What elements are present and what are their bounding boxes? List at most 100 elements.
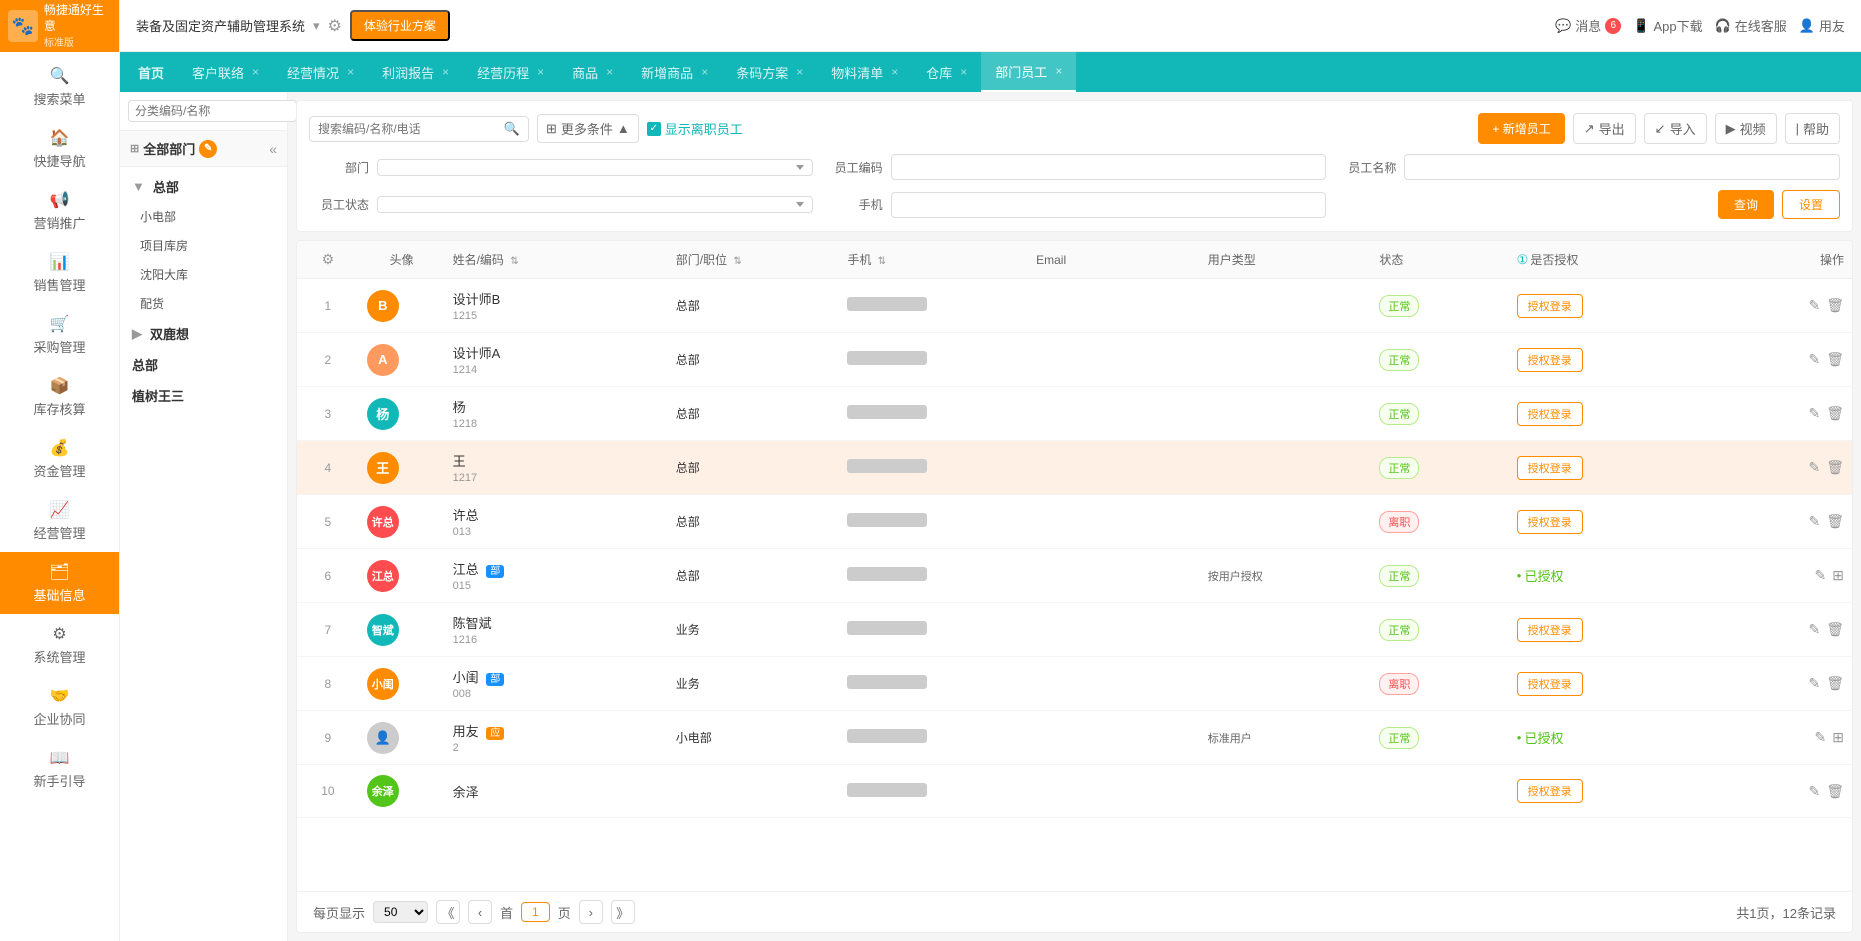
delete-btn-8[interactable]: 🗑 — [1826, 675, 1844, 692]
dept-item-electronics[interactable]: 小电部 — [120, 202, 287, 231]
edit-btn-6[interactable]: ✎ — [1815, 567, 1827, 584]
tab-profit[interactable]: 利润报告 × — [368, 52, 463, 92]
tab-close-goods[interactable]: × — [606, 65, 613, 79]
authorize-btn-5[interactable]: 授权登录 — [1517, 510, 1583, 534]
sidebar-item-system[interactable]: ⚙ 系统管理 — [0, 614, 119, 676]
delete-btn-3[interactable]: 🗑 — [1826, 405, 1844, 422]
help-button[interactable]: | 帮助 — [1785, 113, 1840, 144]
sidebar-item-cooperation[interactable]: 🤝 企业协同 — [0, 676, 119, 738]
search-icon[interactable]: 🔍 — [504, 121, 520, 137]
sidebar-item-quicknav[interactable]: 🏠 快捷导航 — [0, 118, 119, 180]
tab-journey[interactable]: 经营历程 × — [463, 52, 558, 92]
user-avatar[interactable]: 👤 用友 — [1799, 16, 1845, 35]
edit-btn-2[interactable]: ✎ — [1808, 351, 1820, 368]
export-button[interactable]: ↗ 导出 — [1573, 113, 1636, 144]
tab-close-profit[interactable]: × — [442, 65, 449, 79]
tab-customer-contact[interactable]: 客户联络 × — [178, 52, 273, 92]
resigned-checkbox[interactable]: ✓ — [647, 122, 661, 136]
dept-select[interactable] — [377, 159, 813, 176]
system-title-dropdown-icon[interactable]: ▾ — [313, 18, 320, 34]
authorize-btn-4[interactable]: 授权登录 — [1517, 456, 1583, 480]
prev-page-btn[interactable]: ‹ — [468, 900, 492, 924]
add-employee-button[interactable]: + 新增员工 — [1478, 113, 1564, 144]
delete-btn-1[interactable]: 🗑 — [1826, 297, 1844, 314]
delete-btn-5[interactable]: 🗑 — [1826, 513, 1844, 530]
emp-name-input[interactable] — [1404, 154, 1840, 180]
delete-btn-2[interactable]: 🗑 — [1826, 351, 1844, 368]
dept-item-project-storage[interactable]: 项目库房 — [120, 231, 287, 260]
view-button[interactable]: ▶ 视频 — [1715, 113, 1777, 144]
tab-close-barcode[interactable]: × — [796, 65, 803, 79]
authorize-btn-7[interactable]: 授权登录 — [1517, 618, 1583, 642]
name-sort-icon[interactable]: ⇅ — [510, 256, 518, 267]
auth-info-icon[interactable]: ① — [1517, 252, 1529, 267]
edit-btn-3[interactable]: ✎ — [1808, 405, 1820, 422]
delete-btn-7[interactable]: 🗑 — [1826, 621, 1844, 638]
authorize-btn-10[interactable]: 授权登录 — [1517, 779, 1583, 803]
edit-btn-7[interactable]: ✎ — [1808, 621, 1820, 638]
tab-operations[interactable]: 经营情况 × — [273, 52, 368, 92]
trial-btn[interactable]: 体验行业方案 — [350, 10, 450, 41]
tab-barcode[interactable]: 条码方案 × — [722, 52, 817, 92]
show-resigned-toggle[interactable]: ✓ 显示离职员工 — [647, 119, 743, 138]
tab-bom[interactable]: 物料清单 × — [817, 52, 912, 92]
next-page-btn[interactable]: › — [579, 900, 603, 924]
copy-btn-9[interactable]: ⊞ — [1832, 729, 1844, 746]
dept-search-input[interactable] — [128, 100, 297, 122]
tab-close-journey[interactable]: × — [537, 65, 544, 79]
sidebar-item-basic-info[interactable]: 🗂 基础信息 — [0, 552, 119, 614]
sidebar-item-guide[interactable]: 📖 新手引导 — [0, 738, 119, 800]
authorize-btn-1[interactable]: 授权登录 — [1517, 294, 1583, 318]
last-page-btn[interactable]: 》 — [611, 900, 635, 924]
edit-btn-9[interactable]: ✎ — [1815, 729, 1827, 746]
tab-goods[interactable]: 商品 × — [558, 52, 627, 92]
sidebar-item-sales[interactable]: 📊 销售管理 — [0, 242, 119, 304]
per-page-select[interactable]: 50 100 — [373, 901, 428, 923]
edit-btn-10[interactable]: ✎ — [1808, 783, 1820, 800]
more-conditions-btn[interactable]: ⊞ 更多条件 ▲ — [537, 114, 639, 143]
edit-btn-1[interactable]: ✎ — [1808, 297, 1820, 314]
emp-code-input[interactable] — [891, 154, 1327, 180]
emp-status-select[interactable] — [377, 196, 813, 213]
online-service-btn[interactable]: 🎧 在线客服 — [1715, 16, 1787, 35]
tab-close-operations[interactable]: × — [347, 65, 354, 79]
query-button[interactable]: 查询 — [1718, 190, 1774, 219]
tab-dept-staff[interactable]: 部门员工 × — [981, 52, 1076, 92]
phone-input[interactable] — [891, 192, 1327, 218]
sidebar-item-marketing[interactable]: 📢 营销推广 — [0, 180, 119, 242]
dept-edit-icon[interactable]: ✎ — [199, 140, 217, 158]
tab-close-bom[interactable]: × — [891, 65, 898, 79]
tab-new-goods[interactable]: 新增商品 × — [627, 52, 722, 92]
copy-btn-6[interactable]: ⊞ — [1832, 567, 1844, 584]
dept-collapse-btn[interactable]: « — [269, 141, 277, 157]
authorize-btn-2[interactable]: 授权登录 — [1517, 348, 1583, 372]
sidebar-item-purchase[interactable]: 🛒 采购管理 — [0, 304, 119, 366]
search-input[interactable] — [318, 122, 500, 136]
dept-item-distribution[interactable]: 配货 — [120, 289, 287, 318]
tab-close-warehouse[interactable]: × — [960, 65, 967, 79]
app-download-btn[interactable]: 📱 App下载 — [1633, 16, 1702, 35]
sidebar-item-inventory[interactable]: 📦 库存核算 — [0, 366, 119, 428]
tab-close-dept-staff[interactable]: × — [1055, 64, 1062, 78]
first-page-btn[interactable]: 《 — [436, 900, 460, 924]
dept-sort-icon[interactable]: ⇅ — [733, 256, 741, 267]
sidebar-item-finance[interactable]: 💰 资金管理 — [0, 428, 119, 490]
sidebar-item-search[interactable]: 🔍 搜索菜单 — [0, 56, 119, 118]
col-settings-icon[interactable]: ⚙ — [322, 251, 335, 267]
edit-btn-5[interactable]: ✎ — [1808, 513, 1820, 530]
tab-close-new-goods[interactable]: × — [701, 65, 708, 79]
authorize-btn-8[interactable]: 授权登录 — [1517, 672, 1583, 696]
phone-sort-icon[interactable]: ⇅ — [878, 256, 886, 267]
delete-btn-4[interactable]: 🗑 — [1826, 459, 1844, 476]
edit-btn-8[interactable]: ✎ — [1808, 675, 1820, 692]
delete-btn-10[interactable]: 🗑 — [1826, 783, 1844, 800]
message-btn[interactable]: 💬 消息 6 — [1555, 16, 1621, 35]
settings-gear-icon[interactable]: ⚙ — [328, 16, 342, 36]
import-button[interactable]: ↙ 导入 — [1644, 113, 1707, 144]
tab-warehouse[interactable]: 仓库 × — [912, 52, 981, 92]
tab-close-customer[interactable]: × — [252, 65, 259, 79]
sidebar-item-operations[interactable]: 📈 经营管理 — [0, 490, 119, 552]
edit-btn-4[interactable]: ✎ — [1808, 459, 1820, 476]
dept-item-shenyang[interactable]: 沈阳大库 — [120, 260, 287, 289]
authorize-btn-3[interactable]: 授权登录 — [1517, 402, 1583, 426]
